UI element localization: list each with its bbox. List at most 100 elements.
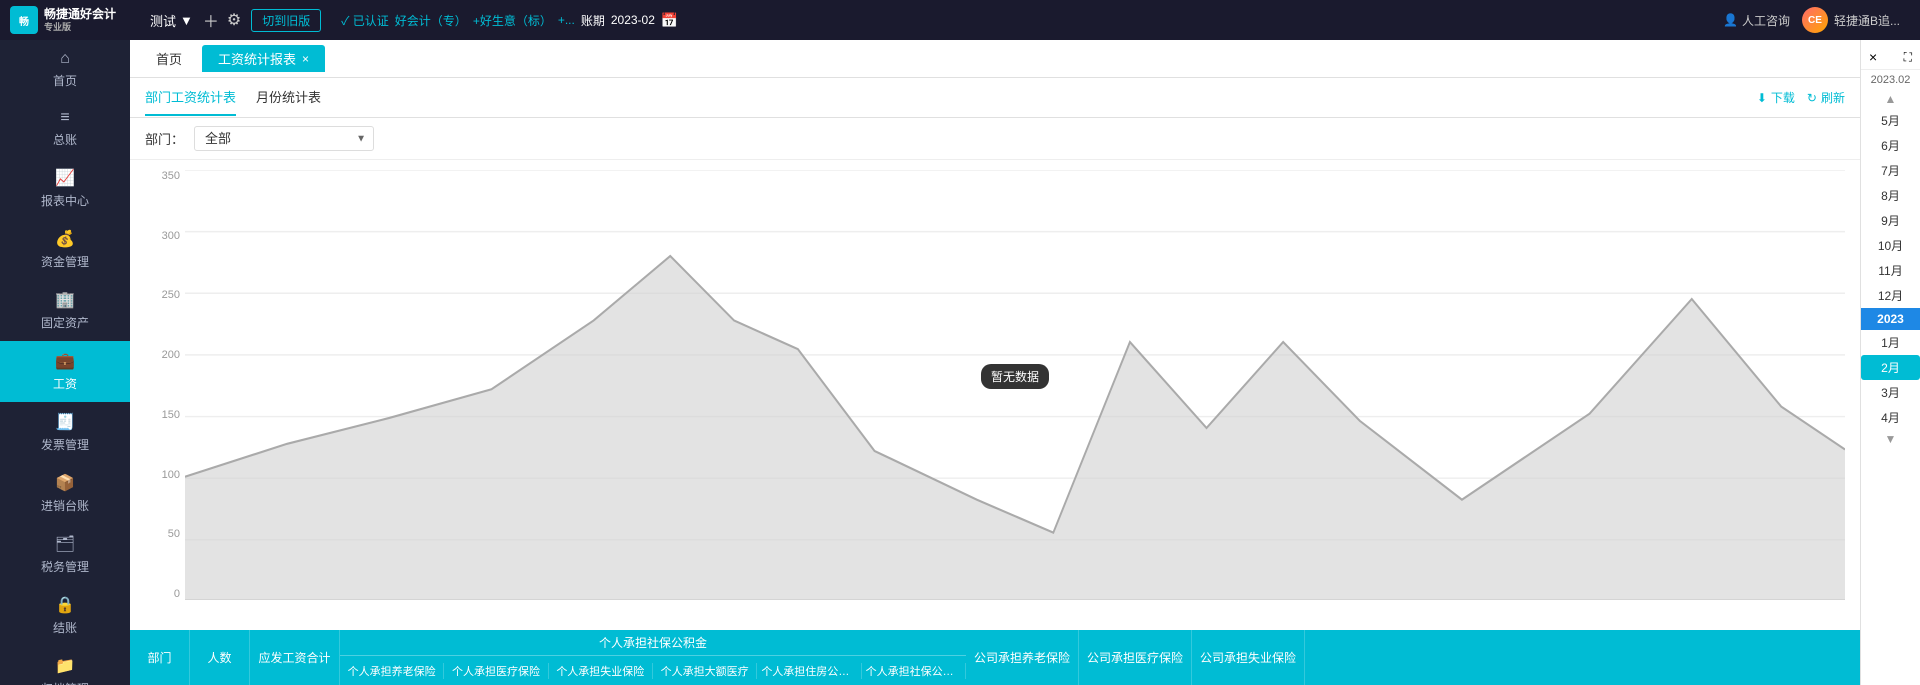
tax-icon: 🗂: [55, 534, 75, 554]
chart-svg: [185, 170, 1845, 600]
th-personal-total: 个人承担社保公积金合计: [862, 663, 966, 679]
period-value: 2023-02: [611, 13, 655, 27]
sidebar-item-ledger[interactable]: ≡ 总账: [0, 99, 130, 158]
sidebar-item-label: 资金管理: [41, 253, 89, 270]
header-icons: ＋ ⚙: [203, 8, 241, 32]
sidebar-item-salary[interactable]: 💼 工资: [0, 341, 130, 402]
logo-icon: 畅: [10, 6, 38, 34]
download-button[interactable]: ⬇ 下载: [1757, 89, 1795, 106]
scroll-up-arrow[interactable]: ▲: [1861, 90, 1920, 108]
home-icon: ⌂: [60, 50, 70, 68]
y-label-250: 250: [162, 289, 180, 301]
avatar: CE: [1802, 7, 1828, 33]
salary-icon: 💼: [55, 351, 75, 371]
th-total-salary: 应发工资合计: [250, 630, 340, 685]
sidebar-item-archive[interactable]: 📁 归档管理: [0, 646, 130, 685]
sidebar-item-label: 归档管理: [41, 680, 89, 685]
sales-icon: 📦: [55, 473, 75, 493]
month-6[interactable]: 6月: [1861, 133, 1920, 158]
sidebar-item-label: 进销台账: [41, 497, 89, 514]
calendar-icon[interactable]: 📅: [661, 12, 678, 29]
invoice-icon: 🧾: [55, 412, 75, 432]
sidebar-item-funds[interactable]: 💰 资金管理: [0, 219, 130, 280]
sidebar-item-invoice[interactable]: 🧾 发票管理: [0, 402, 130, 463]
download-icon: ⬇: [1757, 91, 1767, 105]
company-select[interactable]: 测试 ▼: [150, 11, 193, 30]
sidebar-item-assets[interactable]: 🏢 固定资产: [0, 280, 130, 341]
old-version-button[interactable]: 切到旧版: [251, 9, 321, 32]
month-7[interactable]: 7月: [1861, 158, 1920, 183]
funds-icon: 💰: [55, 229, 75, 249]
month-5[interactable]: 5月: [1861, 108, 1920, 133]
month-4[interactable]: 4月: [1861, 405, 1920, 430]
month-11[interactable]: 11月: [1861, 258, 1920, 283]
month-8[interactable]: 8月: [1861, 183, 1920, 208]
sub-tab-monthly[interactable]: 月份统计表: [256, 79, 321, 116]
sidebar-item-reports[interactable]: 📈 报表中心: [0, 158, 130, 219]
department-select[interactable]: 全部 部门1 部门2: [194, 126, 374, 151]
y-label-0: 0: [174, 588, 180, 600]
closing-icon: 🔒: [55, 595, 75, 615]
expand-panel-icon[interactable]: ⛶: [1904, 50, 1912, 65]
sidebar-item-label: 固定资产: [41, 314, 89, 331]
header-middle: 测试 ▼ ＋ ⚙ 切到旧版 ✓ 已认证 好会计（专） +好生意（标） +... …: [140, 8, 1723, 32]
sidebar-item-label: 总账: [53, 131, 77, 148]
sidebar-item-tax[interactable]: 🗂 税务管理: [0, 524, 130, 585]
ai-icon: 👤: [1723, 13, 1738, 27]
sidebar-item-label: 发票管理: [41, 436, 89, 453]
user-area[interactable]: CE 轻捷通B追...: [1802, 7, 1900, 33]
y-label-100: 100: [162, 469, 180, 481]
sidebar-item-label: 结账: [53, 619, 77, 636]
sub-tab-dept[interactable]: 部门工资统计表: [145, 79, 236, 116]
logo-text: 畅捷通好会计 专业版: [44, 7, 116, 32]
y-label-200: 200: [162, 349, 180, 361]
th-personal-pension: 个人承担养老保险: [340, 663, 444, 679]
logo-area: 畅 畅捷通好会计 专业版: [10, 6, 140, 34]
refresh-button[interactable]: ↻ 刷新: [1807, 89, 1845, 106]
logo-sub: 专业版: [44, 22, 116, 33]
month-1[interactable]: 1月: [1861, 330, 1920, 355]
chart-container: 350 300 250 200 150 100 50 0: [145, 170, 1845, 620]
assets-icon: 🏢: [55, 290, 75, 310]
right-panel-controls: × ⛶: [1861, 45, 1920, 70]
tab-home[interactable]: 首页: [140, 45, 198, 72]
chart-area-fill: [185, 256, 1845, 600]
year-2023-label: 2023: [1861, 308, 1920, 330]
add-icon[interactable]: ＋: [203, 8, 219, 32]
month-9[interactable]: 9月: [1861, 208, 1920, 233]
th-group-personal-header: 个人承担社保公积金: [340, 630, 966, 656]
sub-tabs-right: ⬇ 下载 ↻ 刷新: [1757, 89, 1845, 106]
sidebar: ⌂ 首页 ≡ 总账 📈 报表中心 💰 资金管理 🏢 固定资产 💼 工资 🧾 发票…: [0, 40, 130, 685]
y-label-50: 50: [168, 528, 180, 540]
ai-consult-button[interactable]: 👤 人工咨询: [1723, 12, 1790, 29]
tab-salary-report[interactable]: 工资统计报表 ×: [202, 45, 325, 72]
archive-icon: 📁: [55, 656, 75, 676]
type3-badge: +...: [558, 13, 575, 27]
close-panel-icon[interactable]: ×: [1869, 49, 1877, 65]
sidebar-item-label: 首页: [53, 72, 77, 89]
scroll-down-arrow[interactable]: ▼: [1861, 430, 1920, 448]
status-badges: ✓ 已认证 好会计（专） +好生意（标） +... 账期 2023-02 📅: [341, 12, 678, 29]
month-12[interactable]: 12月: [1861, 283, 1920, 308]
month-3[interactable]: 3月: [1861, 380, 1920, 405]
month-2-active[interactable]: 2月: [1861, 355, 1920, 380]
current-period-display: 2023.02: [1861, 70, 1920, 90]
sidebar-item-sales[interactable]: 📦 进销台账: [0, 463, 130, 524]
settings-icon[interactable]: ⚙: [227, 10, 241, 30]
sidebar-item-closing[interactable]: 🔒 结账: [0, 585, 130, 646]
month-10[interactable]: 10月: [1861, 233, 1920, 258]
y-label-300: 300: [162, 230, 180, 242]
period-label: 账期: [581, 12, 605, 29]
th-company-pension: 公司承担养老保险: [966, 630, 1079, 685]
th-company-medical: 公司承担医疗保险: [1079, 630, 1192, 685]
th-personal-housing: 个人承担住房公积金: [757, 663, 861, 679]
company-dropdown-icon: ▼: [180, 13, 193, 28]
filter-label: 部门：: [145, 129, 184, 148]
sidebar-item-home[interactable]: ⌂ 首页: [0, 40, 130, 99]
tab-bar: 首页 工资统计报表 ×: [130, 40, 1860, 78]
company-name: 测试: [150, 11, 176, 30]
refresh-icon: ↻: [1807, 91, 1817, 105]
th-personal-medical: 个人承担医疗保险: [444, 663, 548, 679]
y-label-150: 150: [162, 409, 180, 421]
tab-close-icon[interactable]: ×: [302, 52, 309, 66]
